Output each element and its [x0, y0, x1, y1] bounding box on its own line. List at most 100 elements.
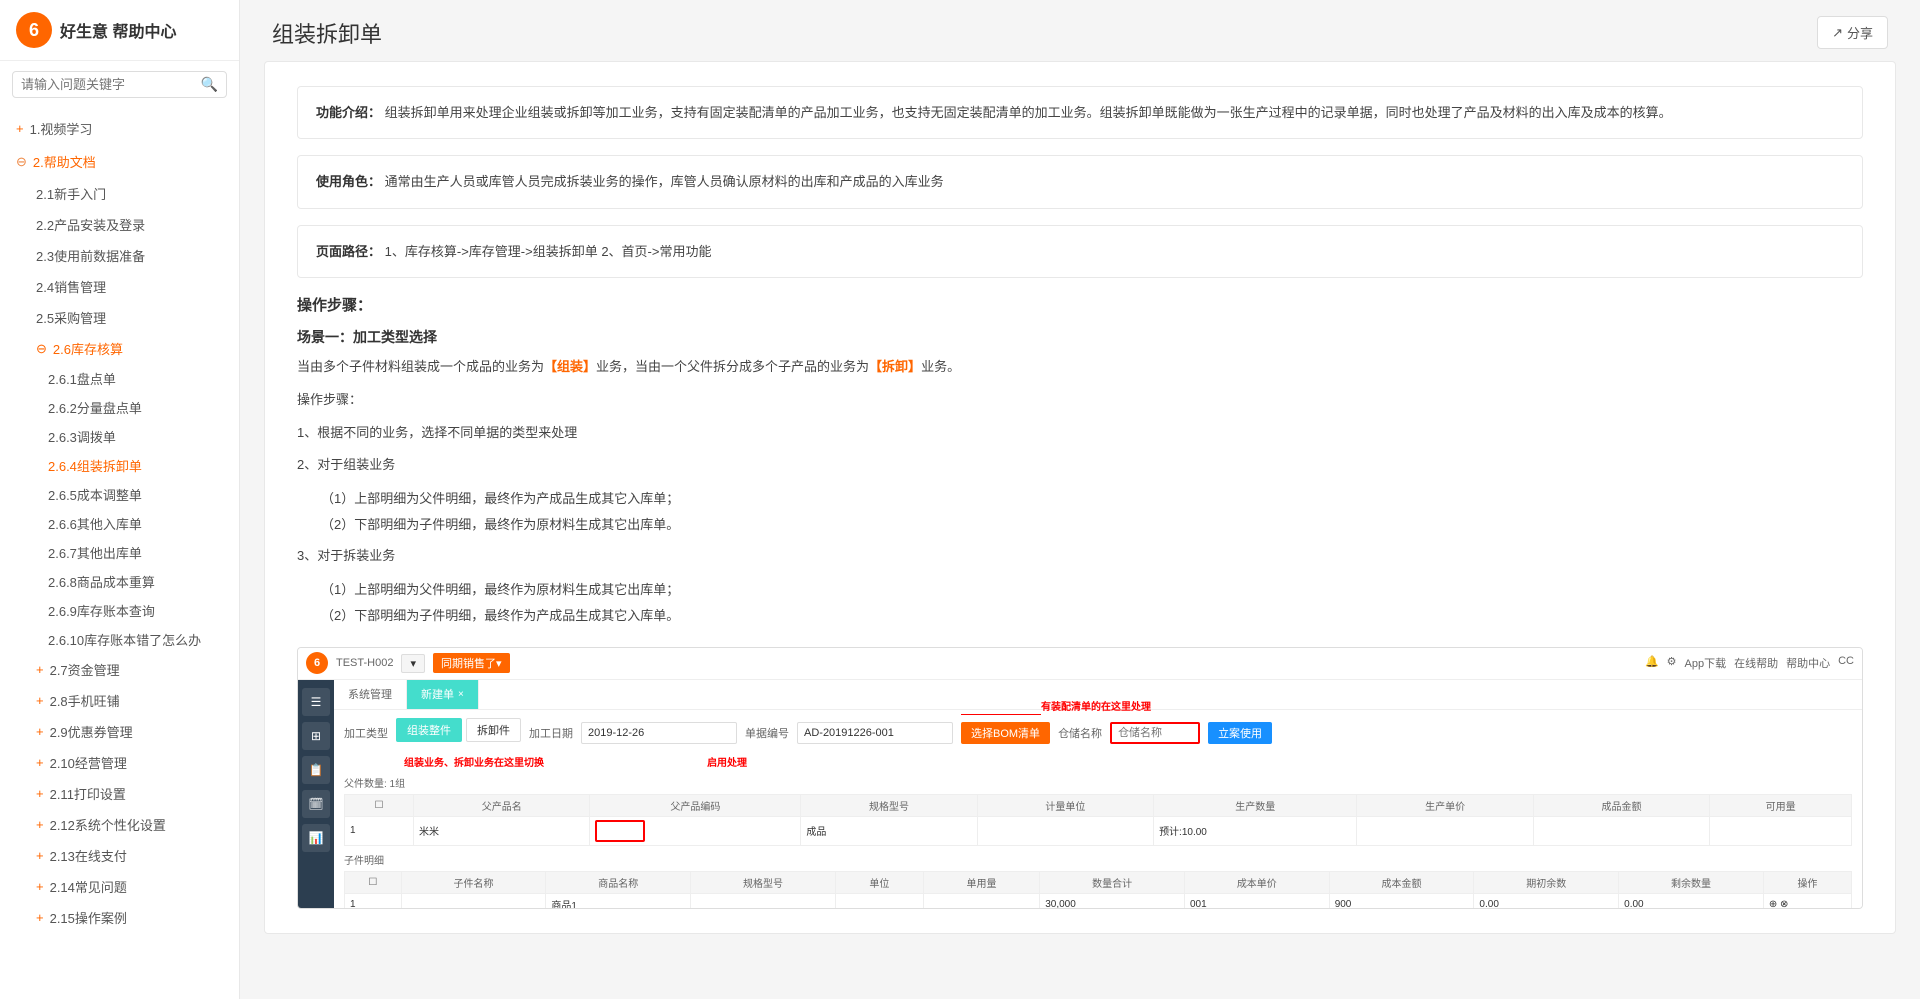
- parent-cell-spec: 成品: [801, 816, 977, 845]
- type-btn-disassembly[interactable]: 拆卸件: [466, 718, 521, 742]
- sidebar-item-purchase[interactable]: 2.5采购管理: [0, 302, 239, 333]
- store-input[interactable]: [1110, 722, 1200, 744]
- child-col-cost-amt: 成本金额: [1329, 871, 1474, 893]
- approve-button[interactable]: 立案使用: [1208, 722, 1272, 744]
- sidebar-item-stocktake[interactable]: 2.6.1盘点单: [0, 364, 239, 393]
- app-sidebar-icon-1: ☰: [302, 688, 330, 716]
- child-r1-cost-price: 001: [1184, 893, 1329, 908]
- sidebar-item-cases[interactable]: + 2.15操作案例: [0, 902, 239, 933]
- type-btn-assembly[interactable]: 组装整件: [396, 718, 462, 742]
- parent-code-input[interactable]: [595, 820, 645, 842]
- app-tab-new[interactable]: 新建单 ×: [407, 680, 479, 709]
- dot-icon: ⊖: [16, 154, 27, 170]
- sidebar-item-prepare[interactable]: 2.3使用前数据准备: [0, 240, 239, 271]
- col-qty: 生产数量: [1154, 794, 1357, 816]
- child-r1-init: 0.00: [1474, 893, 1619, 908]
- app-download-label: App下载: [1685, 655, 1727, 671]
- app-tab-sys-label: 系统管理: [348, 686, 392, 702]
- app-sidebar-icon-4: 🗓: [302, 790, 330, 818]
- app-orange-btn[interactable]: 同期销售了▾: [433, 653, 510, 673]
- help-center-label: 帮助中心: [1786, 655, 1830, 671]
- app-form-area: 加工类型 组装整件 拆卸件 加工日期 单据编号 选择BOM清单: [334, 710, 1862, 908]
- sidebar-item-video-label: 1.视频学习: [30, 119, 93, 138]
- number-input[interactable]: [797, 722, 953, 744]
- tab-close-icon[interactable]: ×: [458, 689, 464, 700]
- step3-2: （2）下部明细为子件明细，最终作为产成品生成其它入库单。: [297, 603, 1863, 629]
- annotation-row: 组装业务、拆卸业务在这里切换 启用处理: [344, 754, 1852, 769]
- col-amount: 成品金额: [1533, 794, 1709, 816]
- parent-table-label: 父件数量: 1组: [344, 775, 1852, 790]
- sidebar-item-stock-query[interactable]: 2.6.9库存账本查询: [0, 596, 239, 625]
- parent-table-body: 1 米米 成品 预计:10.00: [345, 816, 1852, 845]
- op-steps2: 操作步骤：: [297, 388, 1863, 413]
- step2-list: （1）上部明细为父件明细，最终作为产成品生成其它入库单； （2）下部明细为子件明…: [297, 486, 1863, 538]
- annotation-switch: 组装业务、拆卸业务在这里切换: [404, 758, 544, 769]
- search-icon: 🔍: [201, 76, 218, 93]
- col-price: 生产单价: [1357, 794, 1533, 816]
- sidebar-item-print[interactable]: + 2.11打印设置: [0, 778, 239, 809]
- role-text: 通常由生产人员或库管人员完成拆装业务的操作，库管人员确认原材料的出库和产成品的入…: [385, 174, 944, 189]
- sidebar-item-new[interactable]: 2.1新手入门: [0, 178, 239, 209]
- col-available: 可用量: [1710, 794, 1852, 816]
- share-button[interactable]: ↗ 分享: [1817, 16, 1888, 49]
- step3: 3、对于拆装业务: [297, 544, 1863, 569]
- sidebar-item-mobile[interactable]: + 2.8手机旺铺: [0, 685, 239, 716]
- share-icon: ↗: [1832, 25, 1843, 41]
- child-r1-ops: ⊕ ⊗: [1763, 893, 1851, 908]
- col-spec: 规格型号: [801, 794, 977, 816]
- sidebar: 6 好生意 帮助中心 🔍 + 1.视频学习 ⊖ 2.帮助文档 2.1新手入门 2…: [0, 0, 240, 999]
- bell-icon: 🔔: [1645, 655, 1659, 671]
- bom-select-button[interactable]: 选择BOM清单: [961, 722, 1050, 744]
- sidebar-item-docs[interactable]: ⊖ 2.帮助文档: [0, 145, 239, 178]
- sidebar-item-custom[interactable]: + 2.12系统个性化设置: [0, 809, 239, 840]
- sidebar-item-assembly[interactable]: 2.6.4组装拆卸单: [0, 451, 239, 480]
- sidebar-item-inventory[interactable]: ⊖ 2.6库存核算: [0, 333, 239, 364]
- number-label: 单据编号: [745, 725, 789, 741]
- child-r1-check: 1: [345, 893, 402, 908]
- sidebar-item-install[interactable]: 2.2产品安装及登录: [0, 209, 239, 240]
- parent-cell-code: [590, 816, 801, 845]
- main-header: 组装拆卸单 ↗ 分享: [240, 0, 1920, 61]
- sidebar-item-online-pay[interactable]: + 2.13在线支付: [0, 840, 239, 871]
- date-input[interactable]: [581, 722, 737, 744]
- arrow-bom: [961, 714, 1041, 715]
- sidebar-item-cost[interactable]: 2.6.5成本调整单: [0, 480, 239, 509]
- date-label: 加工日期: [529, 725, 573, 741]
- sidebar-item-cost-calc[interactable]: 2.6.8商品成本重算: [0, 567, 239, 596]
- sidebar-item-faq[interactable]: + 2.14常见问题: [0, 871, 239, 902]
- search-box[interactable]: 🔍: [12, 71, 227, 98]
- child-col-cost-price: 成本单价: [1184, 871, 1329, 893]
- app-topbar-dropdown[interactable]: ▾: [401, 654, 425, 673]
- sidebar-item-ops[interactable]: + 2.10经营管理: [0, 747, 239, 778]
- sidebar-item-stock-err[interactable]: 2.6.10库存账本错了怎么办: [0, 625, 239, 654]
- content-area: 功能介绍： 组装拆卸单用来处理企业组装或拆卸等加工业务，支持有固定装配清单的产品…: [264, 61, 1896, 934]
- sidebar-item-other-out[interactable]: 2.6.7其他出库单: [0, 538, 239, 567]
- child-row-1: 1 商品1 30,000 001 900 0.00: [345, 893, 1852, 908]
- help-online-label: 在线帮助: [1734, 655, 1778, 671]
- child-col-goods: 商品名称: [546, 871, 691, 893]
- bom-area: 选择BOM清单 有装配清单的在这里处理: [961, 722, 1050, 744]
- col-unit: 计量单位: [977, 794, 1153, 816]
- parent-cell-qty: 预计:10.00: [1154, 816, 1357, 845]
- sidebar-item-coupon[interactable]: + 2.9优惠券管理: [0, 716, 239, 747]
- child-table-body: 1 商品1 30,000 001 900 0.00: [345, 893, 1852, 908]
- intro-block: 功能介绍： 组装拆卸单用来处理企业组装或拆卸等加工业务，支持有固定装配清单的产品…: [297, 86, 1863, 139]
- sidebar-item-adjust[interactable]: 2.6.3调拨单: [0, 422, 239, 451]
- parent-cell-name: 米米: [414, 816, 590, 845]
- sidebar-item-partial[interactable]: 2.6.2分量盘点单: [0, 393, 239, 422]
- child-r1-usage: [923, 893, 1039, 908]
- app-topbar-icons: 🔔 ⚙ App下载 在线帮助 帮助中心 CC: [1645, 655, 1854, 671]
- col-parent-name: 父产品名: [414, 794, 590, 816]
- app-topbar: 6 TEST-H002 ▾ 同期销售了▾ 🔔 ⚙ App下载 在线帮助 帮助中心: [298, 648, 1862, 680]
- parent-cell-price: [1357, 816, 1533, 845]
- parent-cell-available: [1710, 816, 1852, 845]
- sidebar-item-capital[interactable]: + 2.7资金管理: [0, 654, 239, 685]
- search-input[interactable]: [21, 77, 201, 92]
- sidebar-item-sales[interactable]: 2.4销售管理: [0, 271, 239, 302]
- sidebar-item-video[interactable]: + 1.视频学习: [0, 112, 239, 145]
- app-tab-sys[interactable]: 系统管理: [334, 680, 407, 709]
- role-label: 使用角色：: [316, 174, 381, 189]
- sidebar-item-other-in[interactable]: 2.6.6其他入库单: [0, 509, 239, 538]
- main-content: 组装拆卸单 ↗ 分享 功能介绍： 组装拆卸单用来处理企业组装或拆卸等加工业务，支…: [240, 0, 1920, 999]
- form-row-1: 加工类型 组装整件 拆卸件 加工日期 单据编号 选择BOM清单: [344, 718, 1852, 748]
